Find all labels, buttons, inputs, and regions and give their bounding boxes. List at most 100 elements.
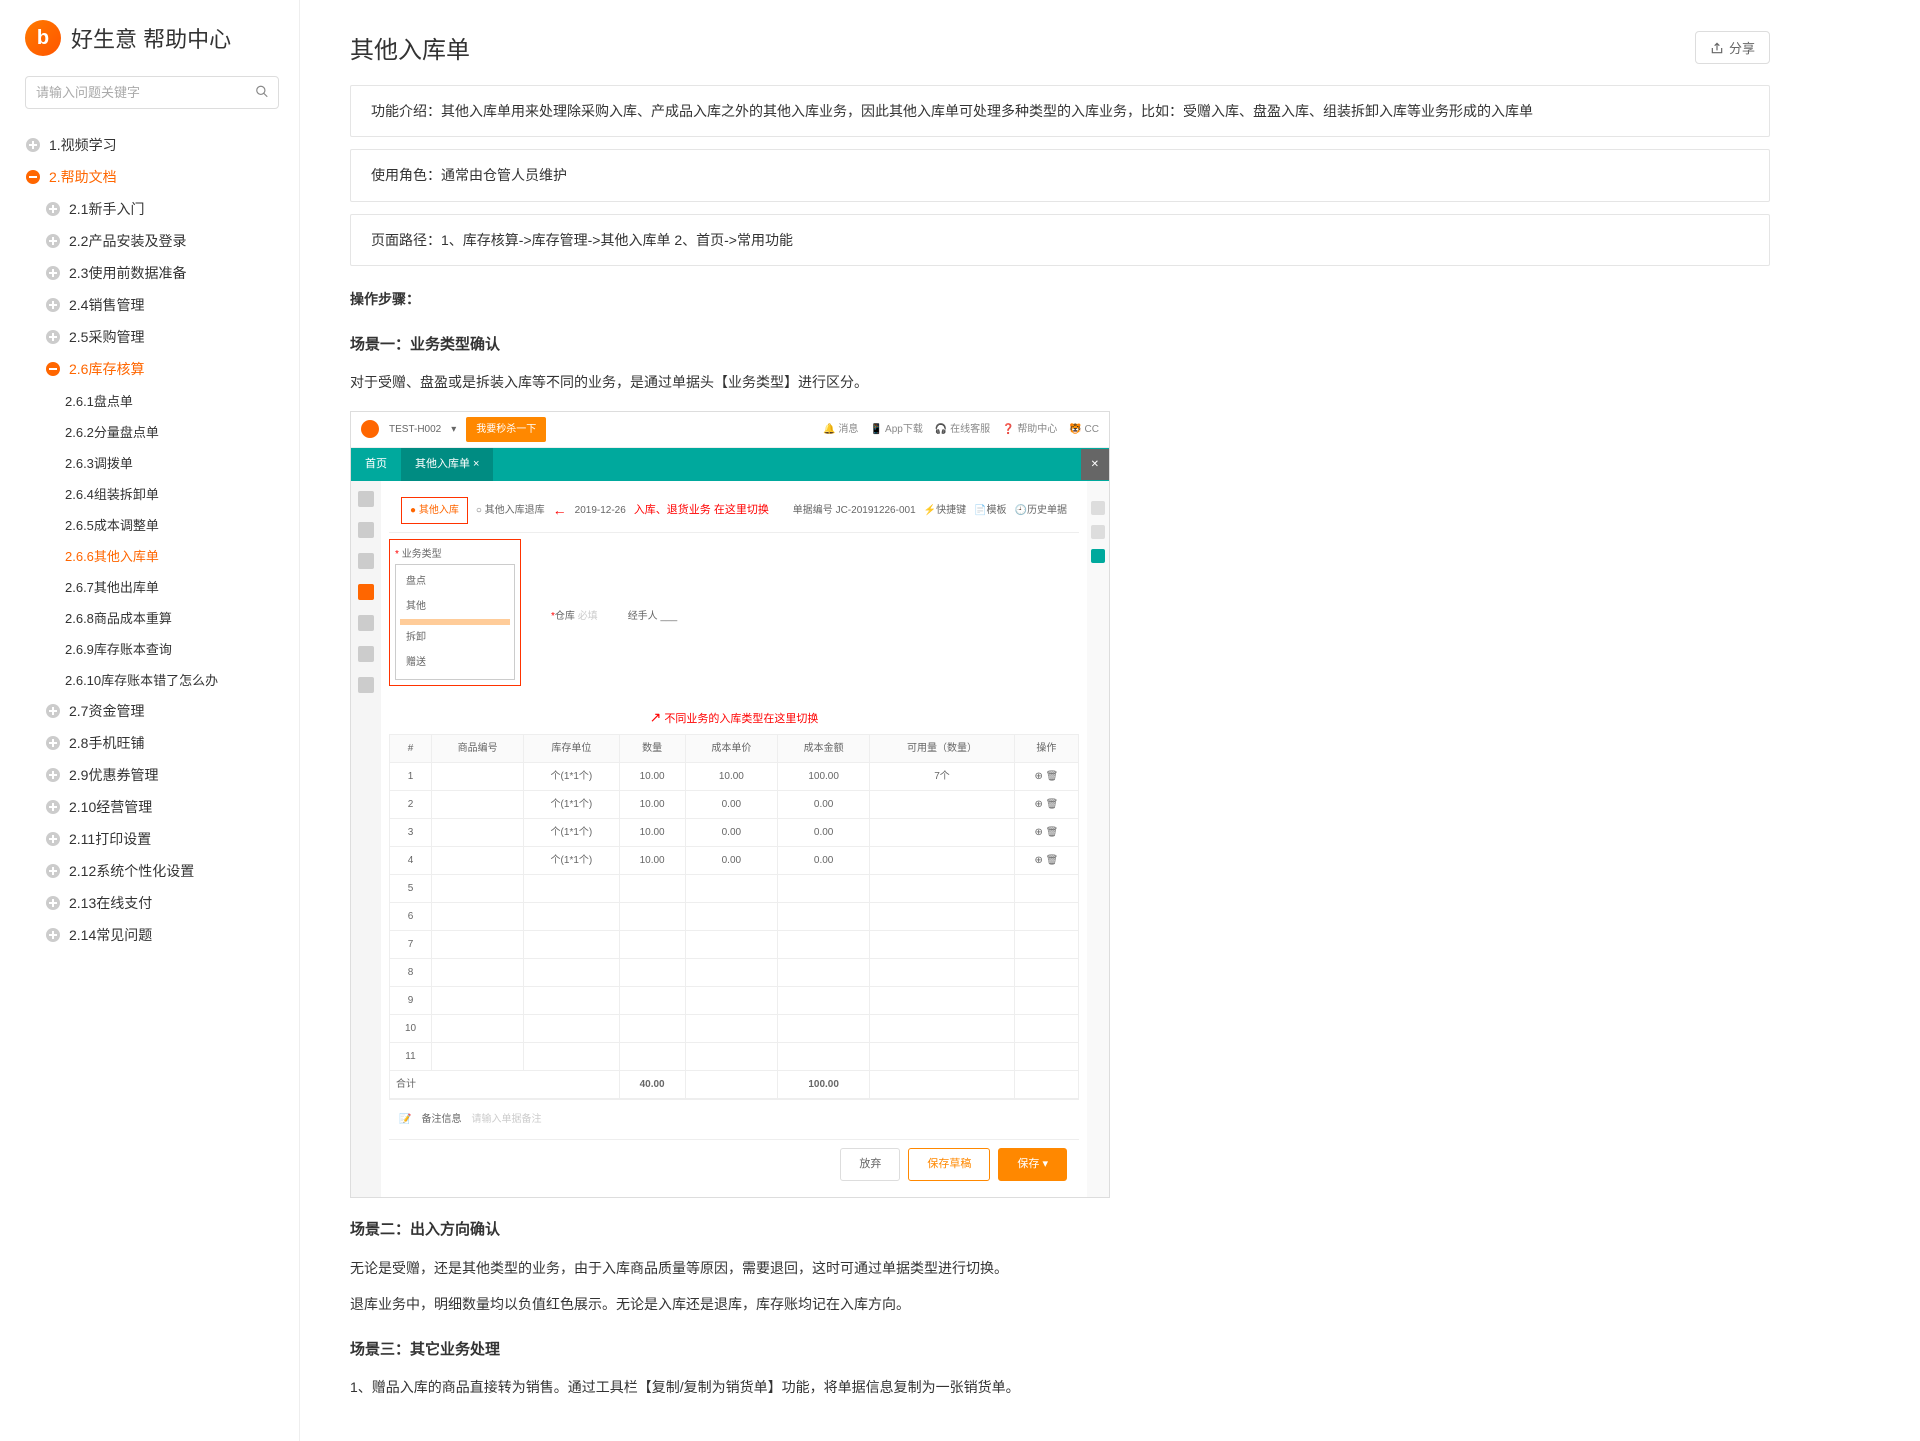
ss-dd-item: 盘点 (400, 569, 510, 594)
ss-body: ● 其他入库 ○ 其他入库退库 ← 2019-12-26 入库、退货业务 在这里… (351, 481, 1109, 1197)
nav-item-2-6-9[interactable]: 2.6.9库存账本查询 (25, 633, 279, 664)
ss-top-links: 🔔 消息 📱 App下载 🎧 在线客服 ❓ 帮助中心 🐯 CC (823, 420, 1099, 439)
info-role: 使用角色：通常由仓管人员维护 (350, 149, 1770, 201)
ss-rail-icon (358, 677, 374, 693)
ss-radio-in: ● 其他入库 (401, 497, 468, 524)
brand-row: b 好生意 帮助中心 (25, 20, 279, 56)
plus-icon (46, 202, 60, 216)
nav-label: 2.7资金管理 (69, 701, 144, 721)
nav-label: 2.11打印设置 (69, 829, 151, 849)
ss-link: 帮助中心 (1017, 424, 1057, 435)
nav-item-2-1[interactable]: 2.1新手入门 (25, 193, 279, 225)
scene2-p1: 无论是受赠，还是其他类型的业务，由于入库商品质量等原因，需要退回，这时可通过单据… (350, 1255, 1770, 1282)
ss-row: 6 (390, 903, 1079, 931)
ss-tab-close: ✕ (1081, 449, 1109, 480)
ss-link: CC (1085, 424, 1099, 435)
ss-row: 7 (390, 931, 1079, 959)
ss-filter-box: * 业务类型 盘点 其他 拆卸 赠送 (389, 539, 521, 686)
ss-date: 2019-12-26 (575, 501, 626, 520)
nav-item-2-9[interactable]: 2.9优惠券管理 (25, 759, 279, 791)
nav-label: 2.6.8商品成本重算 (65, 608, 172, 627)
ss-rail-icon (358, 491, 374, 507)
ss-filter-row: * 业务类型 盘点 其他 拆卸 赠送 *仓库 必填 经手人 __ (389, 533, 1079, 700)
ss-th: 可用量（数量） (870, 735, 1015, 763)
nav-item-2-6-1[interactable]: 2.6.1盘点单 (25, 385, 279, 416)
search-icon[interactable] (255, 84, 269, 101)
nav-list: 1.视频学习 2.帮助文档 2.1新手入门 2.2产品安装及登录 2.3使用前数… (25, 129, 279, 951)
nav-item-2-13[interactable]: 2.13在线支付 (25, 887, 279, 919)
nav-item-2-14[interactable]: 2.14常见问题 (25, 919, 279, 951)
plus-icon (46, 736, 60, 750)
nav-item-2-6-8[interactable]: 2.6.8商品成本重算 (25, 602, 279, 633)
nav-label: 2.6库存核算 (69, 359, 144, 379)
nav-item-2-6-6[interactable]: 2.6.6其他入库单 (25, 540, 279, 571)
embedded-screenshot: TEST-H002 ▾ 我要秒杀一下 🔔 消息 📱 App下载 🎧 在线客服 ❓… (350, 411, 1110, 1198)
nav-item-2-6-7[interactable]: 2.6.7其他出库单 (25, 571, 279, 602)
ss-note-row: 📝 备注信息 请输入单据备注 (389, 1099, 1079, 1139)
nav-item-2-11[interactable]: 2.11打印设置 (25, 823, 279, 855)
nav-item-2-8[interactable]: 2.8手机旺铺 (25, 727, 279, 759)
ss-main: ● 其他入库 ○ 其他入库退库 ← 2019-12-26 入库、退货业务 在这里… (381, 481, 1087, 1197)
ss-row: 1个(1*1个)10.0010.00100.007个⊕ 🗑 (390, 763, 1079, 791)
arrow-icon: ← (553, 497, 567, 524)
ss-th: 成本金额 (778, 735, 870, 763)
scene2-p2: 退库业务中，明细数量均以负值红色展示。无论是入库还是退库，库存账均记在入库方向。 (350, 1291, 1770, 1318)
nav-item-2-6-3[interactable]: 2.6.3调拨单 (25, 447, 279, 478)
ss-link: 在线客服 (950, 424, 990, 435)
ss-annotation: 入库、退货业务 在这里切换 (634, 500, 769, 521)
nav-item-2-10[interactable]: 2.10经营管理 (25, 791, 279, 823)
nav-item-docs[interactable]: 2.帮助文档 (25, 161, 279, 193)
ss-right-tools (1087, 481, 1109, 1197)
ss-toolbar-link: 快捷键 (936, 505, 966, 516)
nav-item-2-4[interactable]: 2.4销售管理 (25, 289, 279, 321)
logo-icon: b (25, 20, 61, 56)
ss-toolbar-link: 历史单据 (1027, 505, 1067, 516)
ss-tool-icon (1091, 501, 1105, 515)
ss-test-label: TEST-H002 (389, 420, 441, 439)
nav-label: 2.1新手入门 (69, 199, 144, 219)
ss-save-button: 保存 ▾ (998, 1148, 1067, 1181)
plus-icon (46, 928, 60, 942)
ss-row: 3个(1*1个)10.000.000.00⊕ 🗑 (390, 819, 1079, 847)
plus-icon (46, 832, 60, 846)
ss-toolbar-link: 模板 (987, 505, 1007, 516)
ss-row: 11 (390, 1043, 1079, 1071)
nav-item-2-3[interactable]: 2.3使用前数据准备 (25, 257, 279, 289)
scene1-title: 场景一：业务类型确认 (350, 331, 1770, 360)
ss-th: 商品编号 (432, 735, 524, 763)
minus-icon (46, 362, 60, 376)
nav-item-2-6-4[interactable]: 2.6.4组装拆卸单 (25, 478, 279, 509)
nav-label: 2.14常见问题 (69, 925, 152, 945)
nav-label: 2.6.2分量盘点单 (65, 422, 159, 441)
ss-draft-button: 保存草稿 (908, 1148, 990, 1181)
nav-label: 2.4销售管理 (69, 295, 144, 315)
nav-item-2-5[interactable]: 2.5采购管理 (25, 321, 279, 353)
nav-label: 2.8手机旺铺 (69, 733, 144, 753)
nav-item-2-6-2[interactable]: 2.6.2分量盘点单 (25, 416, 279, 447)
ss-row: 5 (390, 875, 1079, 903)
ss-cancel-button: 放弃 (840, 1148, 900, 1181)
nav-label: 2.6.5成本调整单 (65, 515, 159, 534)
nav-label: 1.视频学习 (49, 135, 117, 155)
nav-item-video[interactable]: 1.视频学习 (25, 129, 279, 161)
nav-item-2-6-10[interactable]: 2.6.10库存账本错了怎么办 (25, 664, 279, 695)
scene2-title: 场景二：出入方向确认 (350, 1216, 1770, 1245)
ss-tab-home: 首页 (351, 448, 401, 481)
ss-tabs: 首页 其他入库单 × ✕ (351, 448, 1109, 481)
nav-item-2-6[interactable]: 2.6库存核算 (25, 353, 279, 385)
nav-item-2-2[interactable]: 2.2产品安装及登录 (25, 225, 279, 257)
scene3-title: 场景三：其它业务处理 (350, 1336, 1770, 1365)
page-title: 其他入库单 (350, 30, 470, 65)
plus-icon (46, 298, 60, 312)
nav-item-2-6-5[interactable]: 2.6.5成本调整单 (25, 509, 279, 540)
ss-filter-label: 业务类型 (402, 549, 442, 560)
nav-item-2-7[interactable]: 2.7资金管理 (25, 695, 279, 727)
share-button[interactable]: 分享 (1695, 31, 1770, 64)
nav-item-2-12[interactable]: 2.12系统个性化设置 (25, 855, 279, 887)
nav-label: 2.6.7其他出库单 (65, 577, 159, 596)
search-input[interactable] (25, 76, 279, 109)
info-intro: 功能介绍：其他入库单用来处理除采购入库、产成品入库之外的其他入库业务，因此其他入… (350, 85, 1770, 137)
ss-dropdown: 盘点 其他 拆卸 赠送 (395, 564, 515, 680)
nav-label: 2.6.3调拨单 (65, 453, 133, 472)
info-label: 使用角色： (371, 167, 441, 183)
